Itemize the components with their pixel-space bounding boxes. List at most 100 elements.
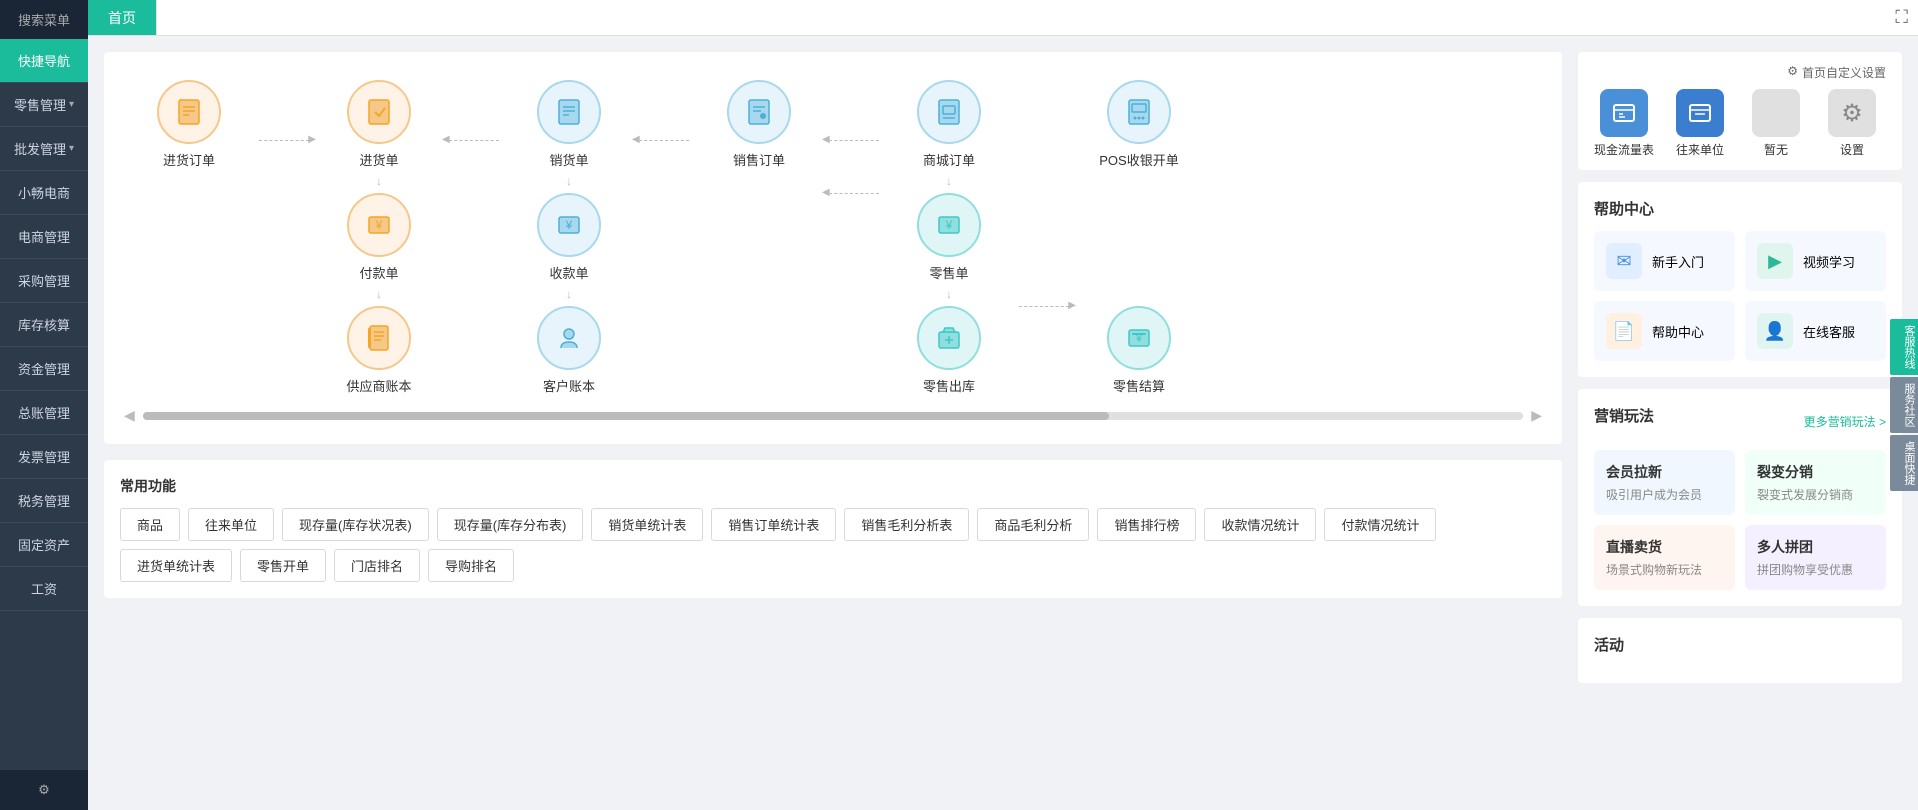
member-sub: 吸引用户成为会员 xyxy=(1606,486,1723,503)
sidebar-item-label: 批发管理 xyxy=(14,139,66,158)
retail-icon: ¥ xyxy=(917,193,981,257)
none-label: 暂无 xyxy=(1764,141,1788,158)
scroll-right-btn[interactable]: ▶ xyxy=(1531,407,1542,424)
member-title: 会员拉新 xyxy=(1606,462,1723,482)
func-btn-goods-profit[interactable]: 商品毛利分析 xyxy=(977,508,1089,541)
func-btn-stock1[interactable]: 现存量(库存状况表) xyxy=(282,508,429,541)
func-btn-payment-stat[interactable]: 付款情况统计 xyxy=(1324,508,1436,541)
mall-order-icon xyxy=(917,80,981,144)
connector-1 xyxy=(254,140,314,169)
beginner-label: 新手入门 xyxy=(1652,252,1704,271)
sidebar-item-inventory[interactable]: 库存核算 xyxy=(0,303,88,347)
more-marketing-link[interactable]: 更多营销玩法 > xyxy=(1804,413,1886,430)
quick-access-card: ⚙ 首页自定义设置 现金流量表 xyxy=(1578,52,1902,170)
sidebar-search[interactable]: 搜索菜单 xyxy=(0,0,88,39)
flow-node-purchase: 进货单 xyxy=(314,80,444,169)
sidebar-item-quicknav[interactable]: 快捷导航 xyxy=(0,39,88,83)
activity-title: 活动 xyxy=(1594,634,1886,655)
v-arrow-down-purchase: ↓ xyxy=(376,169,382,193)
help-label: 帮助中心 xyxy=(1652,322,1704,341)
live-title: 直播卖货 xyxy=(1606,537,1723,557)
sidebar-settings-button[interactable]: ⚙ xyxy=(0,770,88,810)
tab-bar: 首页 ⛶ xyxy=(88,0,1918,36)
v-arrow-sales: ↓ xyxy=(504,169,634,193)
quick-item-cashflow[interactable]: 现金流量表 xyxy=(1594,89,1654,158)
flow-scroll[interactable]: 进货订单 xyxy=(124,80,1542,424)
common-functions-title: 常用功能 xyxy=(120,476,1546,496)
sidebar-item-assets[interactable]: 固定资产 xyxy=(0,523,88,567)
func-btn-sales-profit[interactable]: 销售毛利分析表 xyxy=(844,508,969,541)
partner-label: 往来单位 xyxy=(1676,141,1724,158)
quick-item-settings[interactable]: ⚙ 设置 xyxy=(1822,89,1882,158)
v-arrow-down-payment: ↓ xyxy=(376,282,382,306)
sidebar-item-salary[interactable]: 工资 xyxy=(0,567,88,611)
sidebar-item-wholesale[interactable]: 批发管理 ▾ xyxy=(0,127,88,171)
service-icon: 👤 xyxy=(1757,313,1793,349)
func-btn-stock2[interactable]: 现存量(库存分布表) xyxy=(437,508,584,541)
func-btn-goods[interactable]: 商品 xyxy=(120,508,180,541)
sidebar-item-ecommerce[interactable]: 电商管理 xyxy=(0,215,88,259)
marketing-item-member[interactable]: 会员拉新 吸引用户成为会员 xyxy=(1594,450,1735,515)
content-area: 进货订单 xyxy=(88,36,1918,810)
help-center-card: 帮助中心 ✉ 新手入门 ▶ 视频学习 📄 帮助中心 👤 xyxy=(1578,182,1902,377)
payment-icon: ¥ xyxy=(347,193,411,257)
float-btn-community[interactable]: 服务社区 xyxy=(1890,377,1918,433)
func-btn-sales-stat[interactable]: 销货单统计表 xyxy=(591,508,703,541)
func-btn-sales-rank[interactable]: 销售排行榜 xyxy=(1097,508,1196,541)
activity-card: 活动 xyxy=(1578,618,1902,683)
sales-icon xyxy=(537,80,601,144)
func-btn-partner[interactable]: 往来单位 xyxy=(188,508,274,541)
float-btn-desktop[interactable]: 桌面快捷 xyxy=(1890,435,1918,491)
cashflow-icon xyxy=(1600,89,1648,137)
customer-ledger-label: 客户账本 xyxy=(543,376,595,395)
svg-text:¥: ¥ xyxy=(375,218,383,232)
scroll-track[interactable] xyxy=(143,412,1523,420)
marketing-item-fission[interactable]: 裂变分销 裂变式发展分销商 xyxy=(1745,450,1886,515)
quick-settings-label[interactable]: 首页自定义设置 xyxy=(1802,64,1886,81)
none-icon xyxy=(1752,89,1800,137)
sidebar-item-purchase[interactable]: 采购管理 xyxy=(0,259,88,303)
help-item-video[interactable]: ▶ 视频学习 xyxy=(1745,231,1886,291)
func-btn-purchase-stat[interactable]: 进货单统计表 xyxy=(120,549,232,582)
receipt-icon: ¥ xyxy=(537,193,601,257)
flow-card: 进货订单 xyxy=(104,52,1562,444)
marketing-item-live[interactable]: 直播卖货 场景式购物新玩法 xyxy=(1594,525,1735,590)
v-arrow-down-mall: ↓ xyxy=(946,169,952,193)
group-sub: 拼团购物享受优惠 xyxy=(1757,561,1874,578)
help-item-beginner[interactable]: ✉ 新手入门 xyxy=(1594,231,1735,291)
quick-item-partner[interactable]: 往来单位 xyxy=(1670,89,1730,158)
mall-order-label: 商城订单 xyxy=(923,150,975,169)
tab-home[interactable]: 首页 xyxy=(88,0,157,35)
func-btn-guide-rank[interactable]: 导购排名 xyxy=(428,549,514,582)
sidebar-item-xiaochang[interactable]: 小畅电商 xyxy=(0,171,88,215)
purchase-icon xyxy=(347,80,411,144)
sidebar-item-tax[interactable]: 税务管理 xyxy=(0,479,88,523)
quick-item-none[interactable]: 暂无 xyxy=(1746,89,1806,158)
func-btn-store-rank[interactable]: 门店排名 xyxy=(334,549,420,582)
help-grid: ✉ 新手入门 ▶ 视频学习 📄 帮助中心 👤 在线客服 xyxy=(1594,231,1886,361)
flow-node-sales-order: 销售订单 xyxy=(694,80,824,169)
dashed-arrow-left3 xyxy=(829,140,879,141)
marketing-header: 营销玩法 更多营销玩法 > xyxy=(1594,405,1886,438)
func-btn-retail-open[interactable]: 零售开单 xyxy=(240,549,326,582)
v-arrow-purchase: ↓ xyxy=(314,169,444,193)
sidebar-item-invoice[interactable]: 发票管理 xyxy=(0,435,88,479)
marketing-item-group[interactable]: 多人拼团 拼团购物享受优惠 xyxy=(1745,525,1886,590)
settings-label: 设置 xyxy=(1840,141,1864,158)
scroll-left-btn[interactable]: ◀ xyxy=(124,407,135,424)
float-btn-service[interactable]: 客服热线 xyxy=(1890,319,1918,375)
service-label: 在线客服 xyxy=(1803,322,1855,341)
sidebar-item-finance[interactable]: 资金管理 xyxy=(0,347,88,391)
flow-node-mall-order: 商城订单 xyxy=(884,80,1014,169)
settings-icon: ⚙ xyxy=(1828,89,1876,137)
help-item-service[interactable]: 👤 在线客服 xyxy=(1745,301,1886,361)
sidebar-item-retail[interactable]: 零售管理 ▾ xyxy=(0,83,88,127)
retail-settle-label: 零售结算 xyxy=(1113,376,1165,395)
help-item-help[interactable]: 📄 帮助中心 xyxy=(1594,301,1735,361)
func-btn-receipt-stat[interactable]: 收款情况统计 xyxy=(1204,508,1316,541)
sidebar-item-ledger[interactable]: 总账管理 xyxy=(0,391,88,435)
v-connectors-row: ↓ ↓ ↓ xyxy=(124,169,1542,193)
v-arrow-receipt: ↓ xyxy=(504,282,634,306)
func-btn-sales-order-stat[interactable]: 销售订单统计表 xyxy=(711,508,836,541)
expand-icon[interactable]: ⛶ xyxy=(1885,0,1918,35)
